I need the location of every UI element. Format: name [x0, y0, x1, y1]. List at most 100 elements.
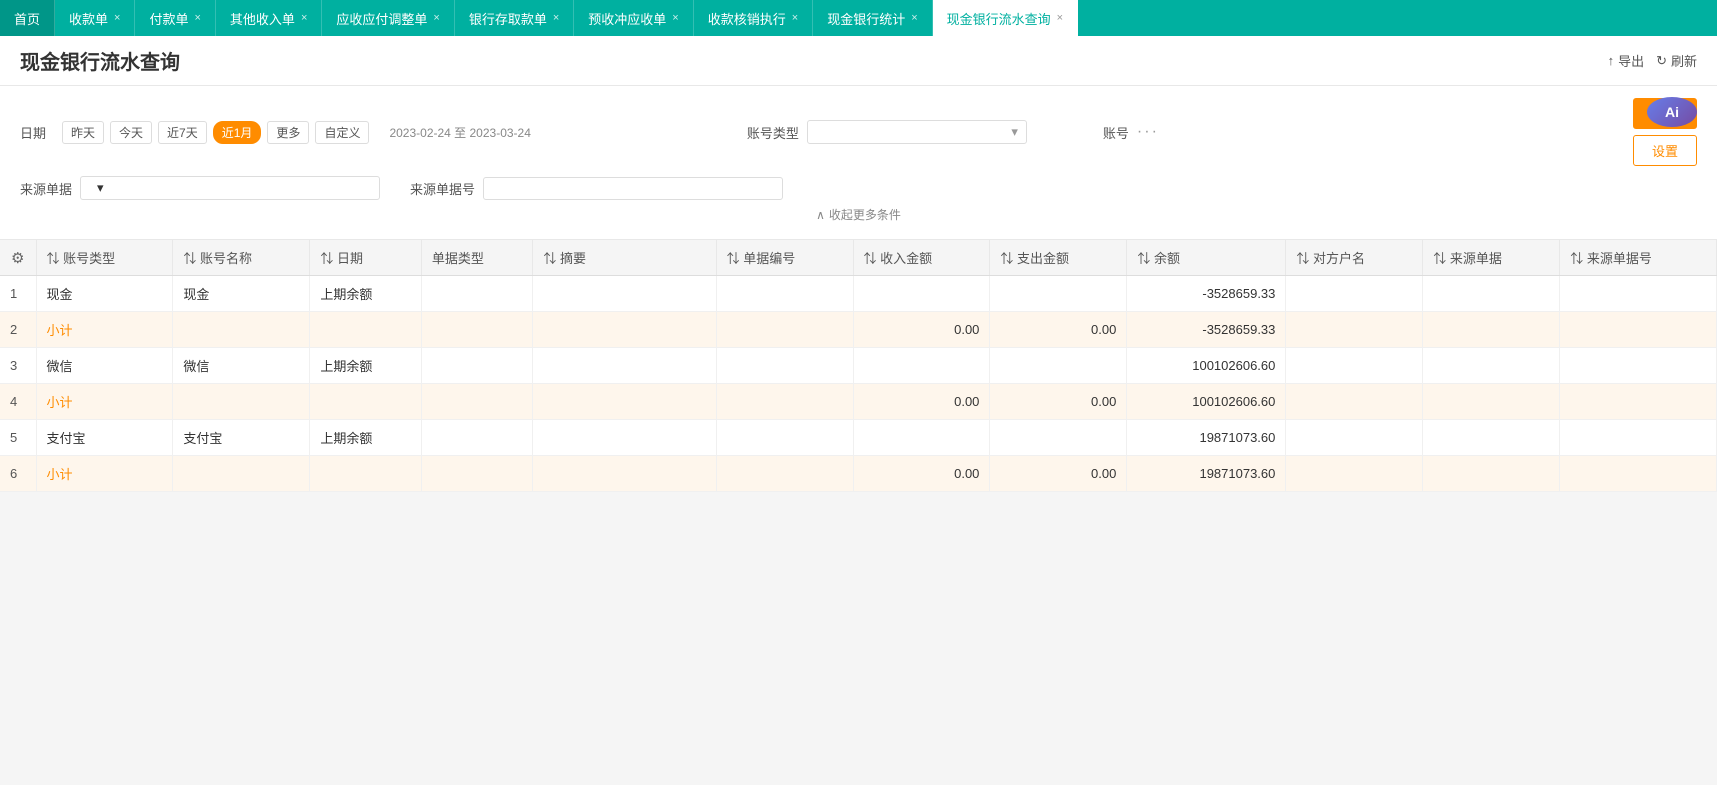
nav-item-bank-deposit[interactable]: 银行存取款单× [455, 0, 574, 36]
balance-cell: 19871073.60 [1127, 456, 1286, 492]
source-doc-select[interactable]: ▾ [80, 176, 380, 200]
doc-no-cell [716, 420, 853, 456]
close-icon-ar-ap-adjust[interactable]: × [433, 12, 439, 24]
col-doc-no[interactable]: ⇅ 单据编号 [716, 240, 853, 276]
col-balance[interactable]: ⇅ 余额 [1127, 240, 1286, 276]
expense-cell [990, 348, 1127, 384]
table-container: ⚙ ⇅ 账号类型 ⇅ 账号名称 ⇅ 日期 单据类型 ⇅ 摘要 ⇅ 单据编号 ⇅ … [0, 240, 1717, 492]
doc-type-cell [421, 384, 533, 420]
counterparty-cell [1286, 384, 1423, 420]
nav-item-payment[interactable]: 付款单× [135, 0, 215, 36]
table-body: 1现金现金上期余额-3528659.332小计0.000.00-3528659.… [0, 276, 1717, 492]
account-name-cell: 支付宝 [173, 420, 310, 456]
summary-cell [533, 312, 716, 348]
balance-cell: 100102606.60 [1127, 348, 1286, 384]
account-type-cell: 微信 [36, 348, 173, 384]
source-doc-cell [1423, 456, 1560, 492]
filter-area: 日期 昨天 今天 近7天 近1月 更多 自定义 2023-02-24 至 202… [0, 86, 1717, 240]
date-btn-more[interactable]: 更多 [267, 121, 309, 144]
close-icon-payment[interactable]: × [194, 12, 200, 24]
setting-button[interactable]: 设置 [1633, 135, 1697, 166]
summary-cell [533, 456, 716, 492]
nav-item-cash-bank-stat[interactable]: 现金银行统计× [813, 0, 932, 36]
income-cell [853, 348, 990, 384]
source-doc-arrow: ▾ [97, 180, 104, 196]
date-range: 2023-02-24 至 2023-03-24 [389, 124, 530, 141]
close-icon-prepaid-offset[interactable]: × [672, 12, 678, 24]
doc-no-cell [716, 348, 853, 384]
date-cell [310, 312, 422, 348]
counterparty-cell [1286, 420, 1423, 456]
account-type-cell: 现金 [36, 276, 173, 312]
doc-type-cell [421, 348, 533, 384]
row-num: 1 [0, 276, 36, 312]
date-options: 昨天 今天 近7天 近1月 更多 自定义 [62, 121, 369, 144]
nav-item-prepaid-offset[interactable]: 预收冲应收单× [574, 0, 693, 36]
source-doc-no-label: 来源单据号 [410, 179, 475, 198]
close-icon-cash-bank-stat[interactable]: × [911, 12, 917, 24]
col-counterparty[interactable]: ⇅ 对方户名 [1286, 240, 1423, 276]
source-doc-no-input[interactable] [483, 177, 783, 200]
more-icon[interactable]: ··· [1137, 123, 1159, 141]
date-btn-7days[interactable]: 近7天 [158, 121, 207, 144]
balance-cell: -3528659.33 [1127, 312, 1286, 348]
col-income[interactable]: ⇅ 收入金额 [853, 240, 990, 276]
date-btn-custom[interactable]: 自定义 [315, 121, 369, 144]
page-title: 现金银行流水查询 [20, 46, 180, 75]
balance-cell: 19871073.60 [1127, 420, 1286, 456]
nav-item-home[interactable]: 首页 [0, 0, 55, 36]
col-account-name[interactable]: ⇅ 账号名称 [173, 240, 310, 276]
expense-cell [990, 420, 1127, 456]
col-summary[interactable]: ⇅ 摘要 [533, 240, 716, 276]
nav-item-receipt-verify[interactable]: 收款核销执行× [694, 0, 813, 36]
date-btn-today[interactable]: 今天 [110, 121, 152, 144]
nav-item-other-income[interactable]: 其他收入单× [216, 0, 322, 36]
close-icon-receipt[interactable]: × [114, 12, 120, 24]
income-cell [853, 420, 990, 456]
date-btn-1month[interactable]: 近1月 [213, 121, 262, 144]
table-row: 1现金现金上期余额-3528659.33 [0, 276, 1717, 312]
source-doc-no-field: 来源单据号 [410, 177, 783, 200]
ai-badge[interactable]: Ai [1647, 97, 1697, 127]
date-btn-yesterday[interactable]: 昨天 [62, 121, 104, 144]
table-row: 4小计0.000.00100102606.60 [0, 384, 1717, 420]
close-icon-other-income[interactable]: × [301, 12, 307, 24]
col-source-doc[interactable]: ⇅ 来源单据 [1423, 240, 1560, 276]
data-table: ⚙ ⇅ 账号类型 ⇅ 账号名称 ⇅ 日期 单据类型 ⇅ 摘要 ⇅ 单据编号 ⇅ … [0, 240, 1717, 492]
source-doc-cell [1423, 312, 1560, 348]
filter-source-row: 来源单据 ▾ 来源单据号 [20, 176, 1697, 200]
refresh-button[interactable]: ↻ 刷新 [1656, 51, 1697, 70]
table-row: 5支付宝支付宝上期余额19871073.60 [0, 420, 1717, 456]
doc-no-cell [716, 276, 853, 312]
income-cell: 0.00 [853, 312, 990, 348]
export-button[interactable]: ↑ 导出 [1608, 51, 1645, 70]
summary-cell [533, 276, 716, 312]
nav-item-cash-bank-flow[interactable]: 现金银行流水查询× [933, 0, 1078, 36]
source-doc-no-cell [1560, 348, 1717, 384]
col-source-doc-no[interactable]: ⇅ 来源单据号 [1560, 240, 1717, 276]
nav-item-receipt[interactable]: 收款单× [55, 0, 135, 36]
expense-cell: 0.00 [990, 456, 1127, 492]
close-icon-bank-deposit[interactable]: × [553, 12, 559, 24]
account-type-select[interactable]: ▾ [807, 120, 1027, 144]
gear-icon[interactable]: ⚙ [11, 250, 24, 267]
filter-row-date: 日期 昨天 今天 近7天 近1月 更多 自定义 2023-02-24 至 202… [20, 98, 1697, 166]
table-row: 6小计0.000.0019871073.60 [0, 456, 1717, 492]
export-icon: ↑ [1608, 53, 1615, 68]
nav-item-ar-ap-adjust[interactable]: 应收应付调整单× [322, 0, 454, 36]
account-name-cell [173, 312, 310, 348]
doc-type-cell [421, 312, 533, 348]
col-settings: ⚙ [0, 240, 36, 276]
source-doc-field: 来源单据 ▾ [20, 176, 380, 200]
close-icon-cash-bank-flow[interactable]: × [1057, 12, 1063, 24]
close-icon-receipt-verify[interactable]: × [792, 12, 798, 24]
col-account-type[interactable]: ⇅ 账号类型 [36, 240, 173, 276]
collapse-bar[interactable]: ∧ 收起更多条件 [20, 200, 1697, 227]
summary-cell [533, 384, 716, 420]
row-num: 5 [0, 420, 36, 456]
source-doc-no-cell [1560, 384, 1717, 420]
table-row: 2小计0.000.00-3528659.33 [0, 312, 1717, 348]
col-expense[interactable]: ⇅ 支出金额 [990, 240, 1127, 276]
account-name-cell: 现金 [173, 276, 310, 312]
col-date[interactable]: ⇅ 日期 [310, 240, 422, 276]
